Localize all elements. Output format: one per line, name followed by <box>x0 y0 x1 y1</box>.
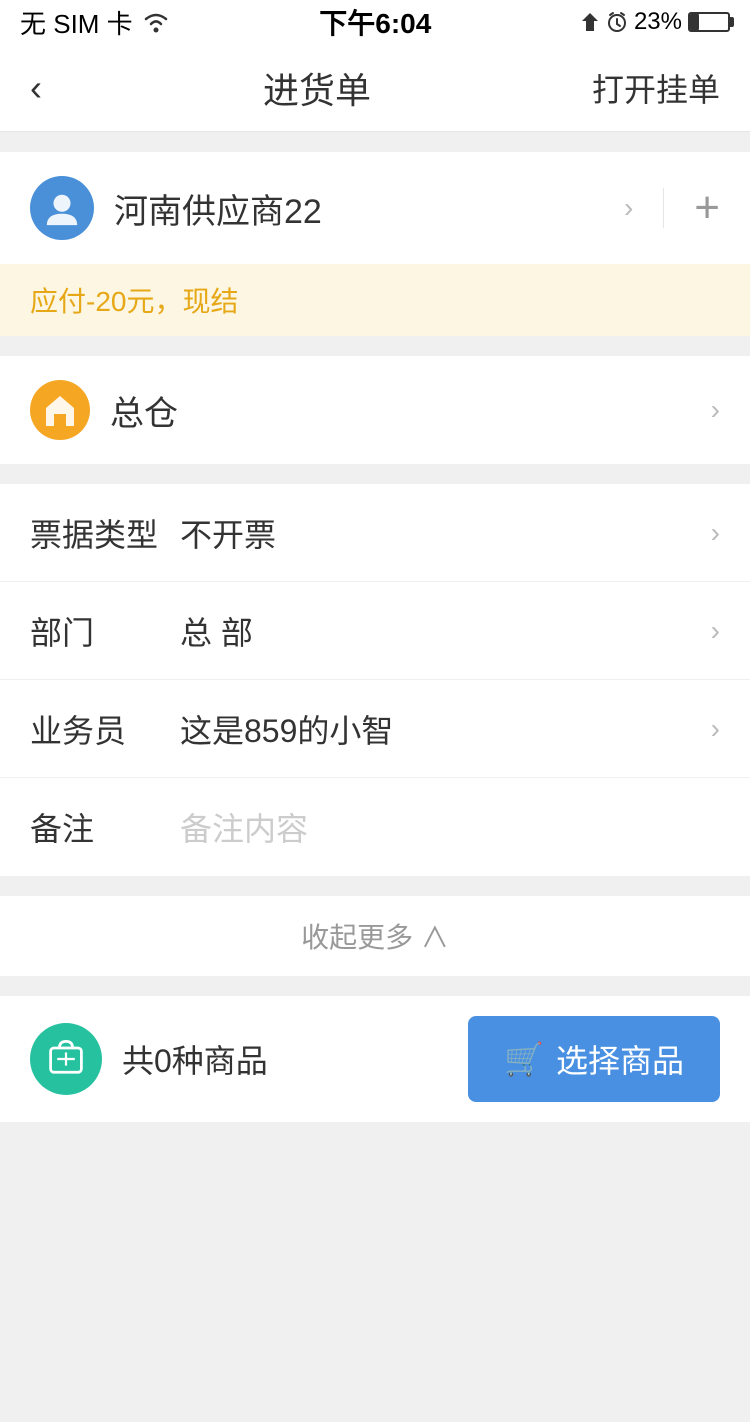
supplier-name: 河南供应商22 <box>114 184 624 233</box>
salesperson-row[interactable]: 业务员 这是859的小智 › <box>0 680 750 778</box>
select-product-icon: 🛒 <box>504 1040 544 1078</box>
warehouse-name: 总仓 <box>110 386 711 435</box>
invoice-type-row[interactable]: 票据类型 不开票 › <box>0 484 750 582</box>
product-icon <box>30 1023 102 1095</box>
battery-icon <box>688 12 730 32</box>
notice-bar: 应付-20元，现结 <box>0 264 750 336</box>
supplier-avatar <box>30 176 94 240</box>
status-left: 无 SIM 卡 <box>20 4 171 41</box>
carrier-label: 无 SIM 卡 <box>20 4 133 41</box>
back-button[interactable]: ‹ <box>30 67 42 109</box>
notice-text: 应付-20元，现结 <box>30 286 238 317</box>
gap-1 <box>0 132 750 152</box>
department-value: 总 部 <box>170 608 711 654</box>
salesperson-arrow: › <box>711 713 720 745</box>
invoice-type-arrow: › <box>711 517 720 549</box>
home-icon <box>42 392 78 428</box>
supplier-arrow-icon: › <box>624 192 633 224</box>
invoice-type-value: 不开票 <box>170 510 711 556</box>
product-bar: 共0种商品 🛒 选择商品 <box>0 996 750 1122</box>
add-supplier-button[interactable]: + <box>694 186 720 230</box>
department-row[interactable]: 部门 总 部 › <box>0 582 750 680</box>
divider <box>663 188 664 228</box>
location-icon <box>580 11 600 33</box>
page-title: 进货单 <box>263 62 371 114</box>
avatar-icon <box>43 189 81 227</box>
warehouse-arrow-icon: › <box>711 394 720 426</box>
warehouse-section: 总仓 › <box>0 356 750 464</box>
battery-fill <box>690 14 699 30</box>
form-section: 票据类型 不开票 › 部门 总 部 › 业务员 这是859的小智 › 备注 备注… <box>0 484 750 876</box>
product-count: 共0种商品 <box>122 1036 468 1082</box>
collapse-label: 收起更多 ∧ <box>301 916 449 956</box>
status-bar: 无 SIM 卡 下午6:04 23% <box>0 0 750 44</box>
supplier-row[interactable]: 河南供应商22 › + <box>0 152 750 264</box>
gap-2 <box>0 336 750 356</box>
supplier-section: 河南供应商22 › + 应付-20元，现结 <box>0 152 750 336</box>
status-time: 下午6:04 <box>319 2 431 42</box>
warehouse-row[interactable]: 总仓 › <box>0 356 750 464</box>
battery-percentage: 23% <box>634 8 682 36</box>
content-area: 河南供应商22 › + 应付-20元，现结 总仓 › 票据类型 不开票 <box>0 132 750 1422</box>
remark-input[interactable]: 备注内容 <box>170 804 720 850</box>
open-pending-button[interactable]: 打开挂单 <box>592 65 720 111</box>
select-product-label: 选择商品 <box>556 1036 684 1082</box>
status-right: 23% <box>580 8 730 36</box>
nav-bar: ‹ 进货单 打开挂单 <box>0 44 750 132</box>
warehouse-icon <box>30 380 90 440</box>
alarm-icon <box>606 11 628 33</box>
salesperson-label: 业务员 <box>30 706 170 752</box>
salesperson-value: 这是859的小智 <box>170 706 711 752</box>
department-arrow: › <box>711 615 720 647</box>
gray-filler <box>0 1122 750 1422</box>
cart-icon <box>44 1037 88 1081</box>
remark-row[interactable]: 备注 备注内容 <box>0 778 750 876</box>
department-label: 部门 <box>30 608 170 654</box>
select-product-button[interactable]: 🛒 选择商品 <box>468 1016 720 1102</box>
remark-label: 备注 <box>30 804 170 850</box>
invoice-type-label: 票据类型 <box>30 510 170 556</box>
wifi-icon <box>141 11 171 33</box>
collapse-row[interactable]: 收起更多 ∧ <box>0 896 750 976</box>
